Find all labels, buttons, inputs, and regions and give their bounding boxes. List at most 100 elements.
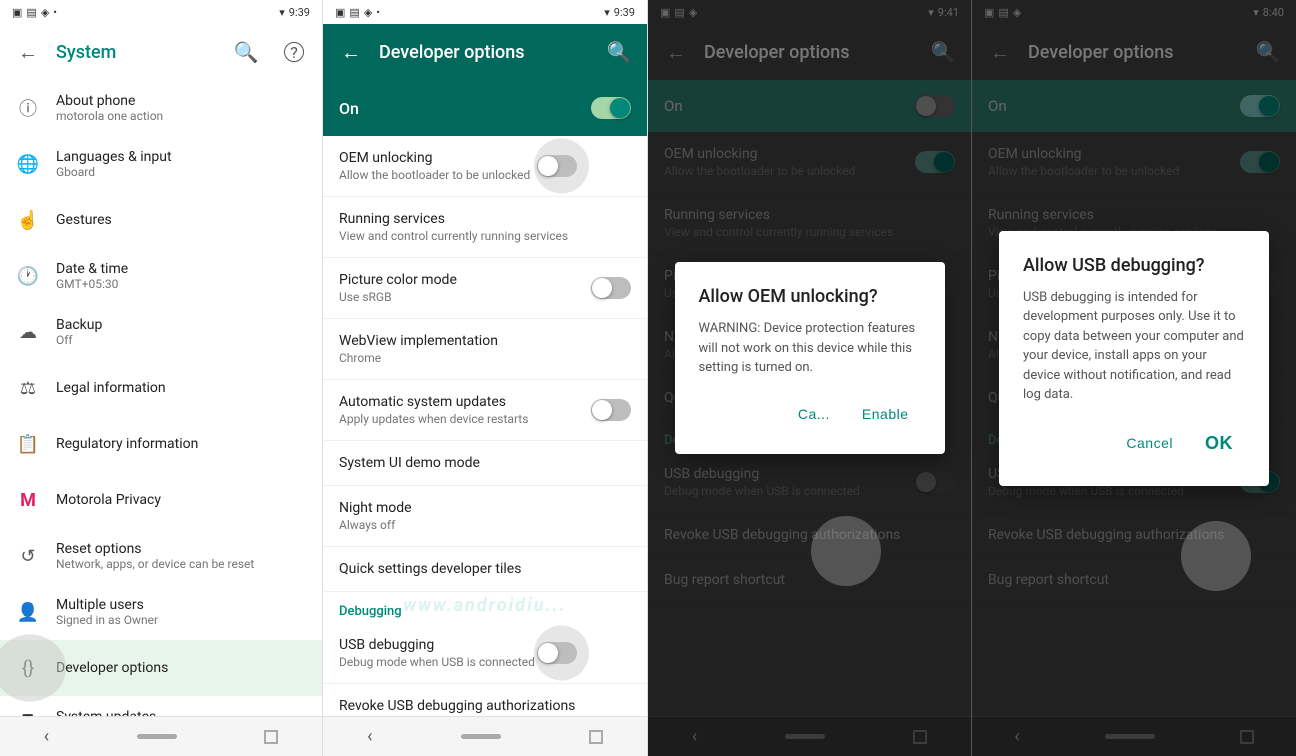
legal-icon: ⚖ (16, 376, 40, 400)
notif-icon-1: ▣ (12, 6, 22, 19)
notif-2-1: ▣ (335, 6, 345, 19)
sidebar-item-regulatory[interactable]: 📋 Regulatory information (0, 416, 322, 472)
search-button-1[interactable]: 🔍 (226, 32, 266, 72)
usb-dialog-overlay: Allow USB debugging? USB debugging is in… (972, 0, 1296, 756)
usb-debug-sub: Debug mode when USB is connected (339, 655, 535, 669)
developer-icon: {} (16, 656, 40, 680)
sidebar-item-languages[interactable]: 🌐 Languages & input Gboard (0, 136, 322, 192)
oem-enable-button[interactable]: Enable (850, 398, 921, 430)
on-toggle-1[interactable] (591, 97, 631, 119)
revoke-usb-label: Revoke USB debugging authorizations (339, 698, 631, 714)
system-settings-panel: ▣ ▤ ◈ • ▾ 9:39 ← System 🔍 ? ⓘ About phon… (0, 0, 323, 756)
sidebar-label-updates: System updates (56, 709, 306, 716)
on-toggle-row-1[interactable]: On (323, 80, 647, 136)
wifi-icon: ▾ (279, 6, 285, 19)
picture-color-knob (592, 278, 612, 298)
nav-home-1[interactable] (137, 734, 177, 739)
sidebar-sub-backup: Off (56, 333, 306, 347)
usb-ok-button[interactable]: OK (1193, 425, 1245, 462)
time-display-2: 9:39 (614, 6, 635, 19)
oem-toggle[interactable] (537, 155, 577, 177)
usb-toggle[interactable] (537, 642, 577, 664)
sidebar-item-users[interactable]: 👤 Multiple users Signed in as Owner (0, 584, 322, 640)
oem-dialog-overlay: Allow OEM unlocking? WARNING: Device pro… (648, 0, 971, 756)
auto-updates-label: Automatic system updates (339, 394, 528, 410)
quick-settings-label: Quick settings developer tiles (339, 561, 631, 577)
nav-recents-1[interactable] (264, 730, 278, 744)
sidebar-list: ⓘ About phone motorola one action 🌐 Lang… (0, 80, 322, 716)
sidebar-item-gestures[interactable]: ☝ Gestures (0, 192, 322, 248)
back-button-1[interactable]: ← (8, 32, 48, 72)
usb-cancel-button[interactable]: Cancel (1114, 425, 1185, 462)
sidebar-label-privacy: Motorola Privacy (56, 492, 306, 508)
oem-toggle-knob (538, 156, 558, 176)
sidebar-label-regulatory: Regulatory information (56, 436, 306, 452)
regulatory-icon: 📋 (16, 432, 40, 456)
picture-color-toggle[interactable] (591, 277, 631, 299)
revoke-usb-row[interactable]: Revoke USB debugging authorizations (323, 684, 647, 716)
sidebar-item-legal[interactable]: ⚖ Legal information (0, 360, 322, 416)
help-icon: ? (284, 42, 304, 62)
oem-label: OEM unlocking (339, 150, 530, 166)
system-icons-2: ▾ 9:39 (604, 6, 635, 19)
webview-label: WebView implementation (339, 333, 631, 349)
night-mode-row[interactable]: Night mode Always off (323, 486, 647, 547)
night-mode-label: Night mode (339, 500, 631, 516)
page-title-developer-1: Developer options (379, 42, 591, 63)
status-bar-2: ▣ ▤ ◈ • ▾ 9:39 (323, 0, 647, 24)
globe-icon: 🌐 (16, 152, 40, 176)
sidebar-item-backup[interactable]: ☁ Backup Off (0, 304, 322, 360)
night-mode-sub: Always off (339, 518, 631, 532)
info-icon: ⓘ (16, 96, 40, 120)
usb-dialog-title: Allow USB debugging? (1023, 255, 1245, 276)
quick-settings-row[interactable]: Quick settings developer tiles (323, 547, 647, 592)
nav-back-2[interactable]: ‹ (367, 726, 372, 747)
dev-settings-list-1: OEM unlocking Allow the bootloader to be… (323, 136, 647, 716)
search-icon-1: 🔍 (234, 40, 259, 64)
back-button-2[interactable]: ← (331, 32, 371, 72)
notif-icon-4: • (53, 6, 57, 19)
notif-icon-2: ▤ (26, 6, 36, 19)
app-bar-developer-1: ← Developer options 🔍 (323, 24, 647, 80)
usb-debugging-row[interactable]: USB debugging Debug mode when USB is con… (323, 623, 647, 684)
auto-updates-toggle[interactable] (591, 399, 631, 421)
nav-back-1[interactable]: ‹ (44, 726, 49, 747)
webview-row[interactable]: WebView implementation Chrome (323, 319, 647, 380)
usb-toggle-knob (538, 643, 558, 663)
usb-debug-label: USB debugging (339, 637, 535, 653)
nav-recents-2[interactable] (589, 730, 603, 744)
oem-dialog-actions: Ca... Enable (699, 398, 921, 430)
nav-bar-2: ‹ (323, 716, 647, 756)
notif-icons-2: ▣ ▤ ◈ • (335, 6, 380, 19)
system-ui-demo-row[interactable]: System UI demo mode (323, 441, 647, 486)
webview-sub: Chrome (339, 351, 631, 365)
backup-icon: ☁ (16, 320, 40, 344)
toggle-knob-on-1 (610, 98, 630, 118)
sidebar-sub-about: motorola one action (56, 109, 306, 123)
usb-debug-dialog: Allow USB debugging? USB debugging is in… (999, 231, 1269, 486)
help-button[interactable]: ? (274, 32, 314, 72)
picture-color-row[interactable]: Picture color mode Use sRGB (323, 258, 647, 319)
notification-icons: ▣ ▤ ◈ • (12, 6, 57, 19)
nav-home-2[interactable] (461, 734, 501, 739)
sidebar-item-datetime[interactable]: 🕐 Date & time GMT+05:30 (0, 248, 322, 304)
sidebar-item-updates[interactable]: 📱 System updates Updated to Android 9 (0, 696, 322, 716)
oem-unlocking-row[interactable]: OEM unlocking Allow the bootloader to be… (323, 136, 647, 197)
running-services-row[interactable]: Running services View and control curren… (323, 197, 647, 258)
sidebar-label-languages: Languages & input (56, 149, 306, 165)
search-button-2[interactable]: 🔍 (599, 32, 639, 72)
sidebar-label-reset: Reset options (56, 541, 306, 557)
sidebar-item-privacy[interactable]: M Motorola Privacy (0, 472, 322, 528)
app-bar-system: ← System 🔍 ? (0, 24, 322, 80)
auto-updates-knob (592, 400, 612, 420)
oem-cancel-button[interactable]: Ca... (786, 398, 842, 430)
wifi-icon-2: ▾ (604, 6, 610, 19)
oem-unlock-dialog: Allow OEM unlocking? WARNING: Device pro… (675, 262, 945, 454)
sidebar-item-reset[interactable]: ↺ Reset options Network, apps, or device… (0, 528, 322, 584)
sidebar-item-developer[interactable]: {} Developer options (0, 640, 322, 696)
auto-updates-row[interactable]: Automatic system updates Apply updates w… (323, 380, 647, 441)
enable-btn-highlight (811, 516, 881, 586)
sidebar-sub-reset: Network, apps, or device can be reset (56, 557, 306, 571)
reset-icon: ↺ (16, 544, 40, 568)
sidebar-item-about[interactable]: ⓘ About phone motorola one action (0, 80, 322, 136)
